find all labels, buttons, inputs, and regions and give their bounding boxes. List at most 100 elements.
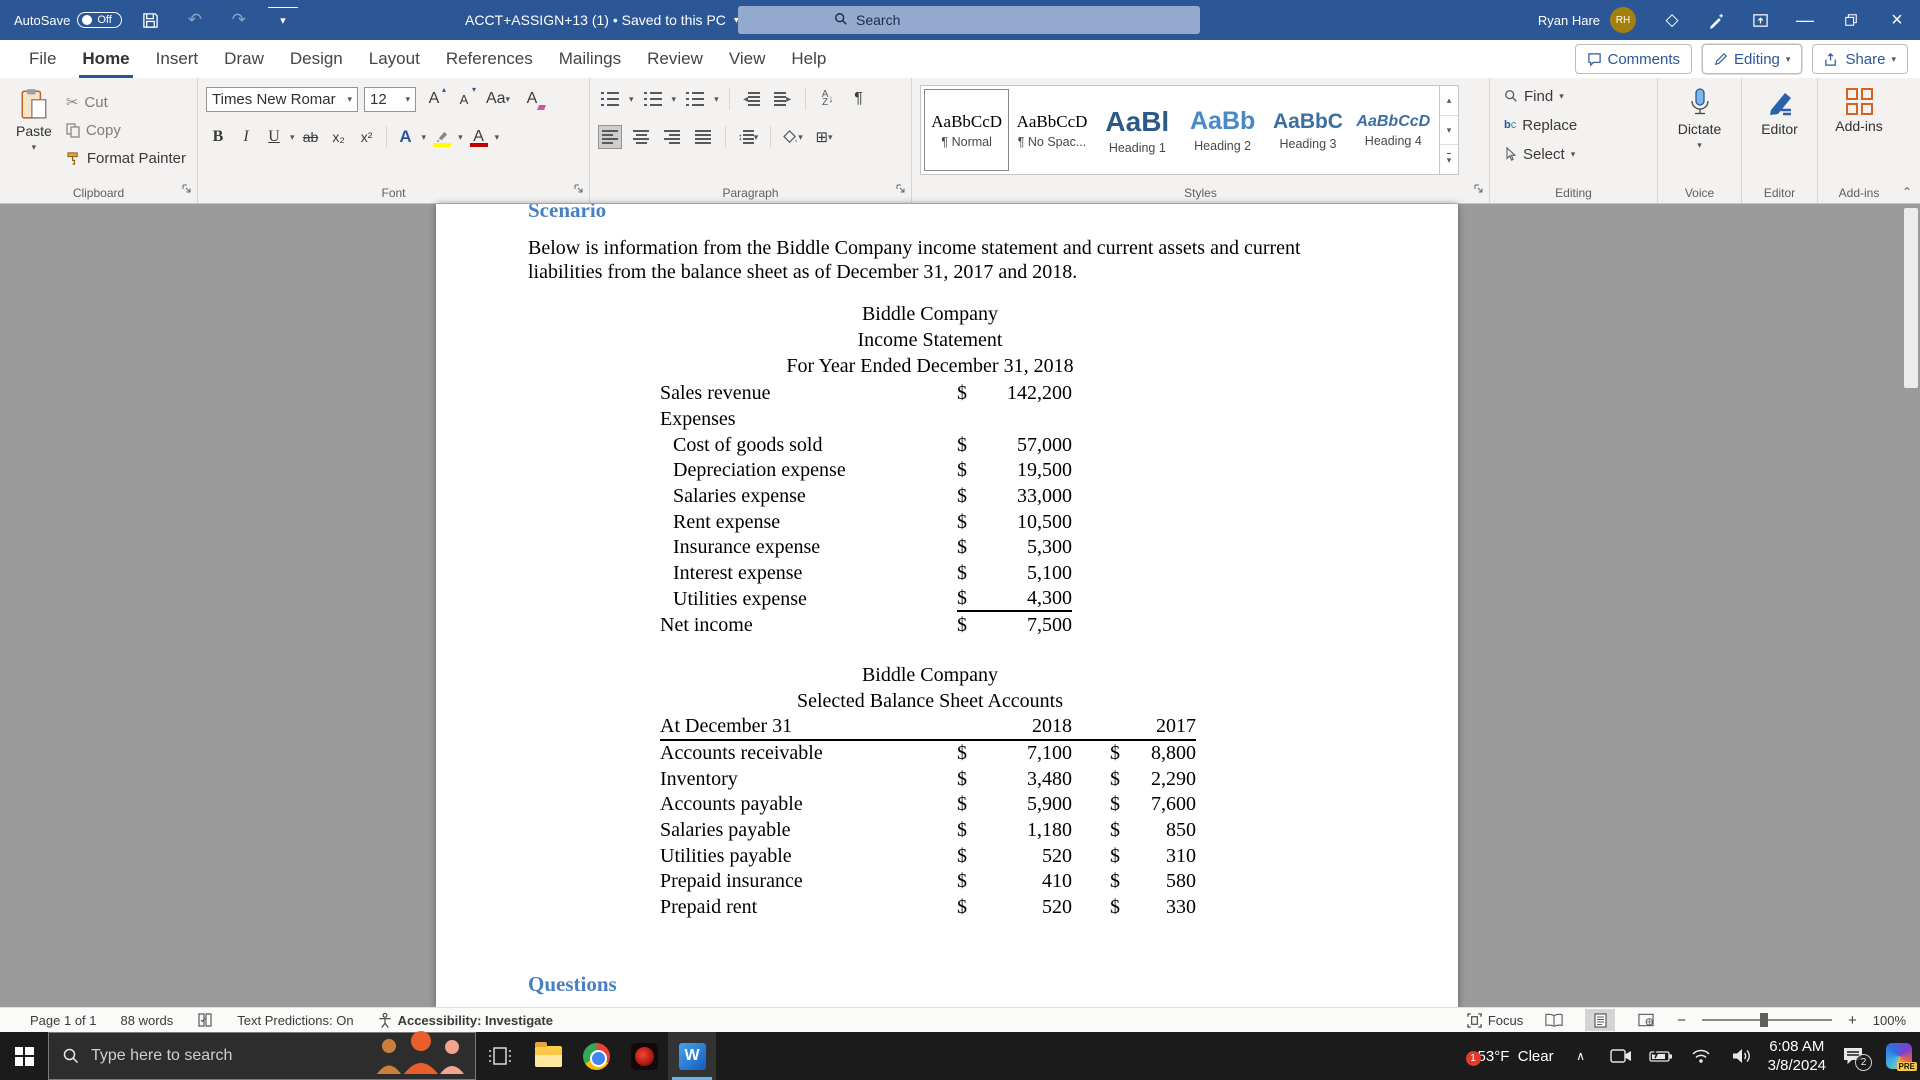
document-page[interactable]: Scenario Below is information from the B… [436, 204, 1458, 1007]
bold-button[interactable]: B [206, 125, 230, 149]
start-button[interactable] [0, 1032, 48, 1080]
styles-gallery-expand-icon[interactable]: ▾ [1440, 145, 1458, 174]
font-dialog-launcher[interactable] [574, 181, 584, 199]
align-right-button[interactable] [660, 125, 684, 149]
search-highlight-people-graphic[interactable] [369, 1030, 473, 1079]
web-layout-button[interactable] [1631, 1009, 1661, 1031]
style-no-spacing[interactable]: AaBbCcD ¶ No Spac... [1009, 89, 1094, 171]
paragraph-dialog-launcher[interactable] [896, 181, 906, 199]
change-case-button[interactable]: Aa ▾ [482, 87, 514, 111]
subscript-button[interactable]: x₂ [327, 125, 351, 149]
collapse-ribbon-icon[interactable]: ⌃ [1902, 185, 1912, 199]
user-name[interactable]: Ryan Hare [1538, 13, 1600, 28]
scrollbar-thumb[interactable] [1904, 208, 1918, 388]
show-hidden-icons-button[interactable]: ∧ [1568, 1044, 1594, 1068]
read-mode-button[interactable] [1539, 1009, 1569, 1031]
notification-center-button[interactable]: 2 [1840, 1044, 1872, 1071]
tab-file[interactable]: File [16, 40, 69, 78]
clipboard-dialog-launcher[interactable] [182, 181, 192, 199]
superscript-button[interactable]: x² [355, 125, 379, 149]
show-formatting-marks-button[interactable]: ¶ [847, 87, 871, 111]
paste-button[interactable]: Paste ▾ [8, 84, 60, 183]
wifi-icon[interactable] [1688, 1044, 1714, 1068]
bullet-list-button[interactable] [598, 87, 622, 111]
grow-font-button[interactable]: A ▴ [422, 85, 446, 111]
save-icon[interactable] [136, 7, 166, 33]
tab-review[interactable]: Review [634, 40, 716, 78]
tab-help[interactable]: Help [778, 40, 839, 78]
text-effects-options-icon[interactable]: ▾ [422, 132, 427, 143]
strikethrough-button[interactable]: ab [299, 125, 323, 149]
numbered-list-button[interactable] [641, 87, 665, 111]
styles-dialog-launcher[interactable] [1474, 181, 1484, 199]
dictate-button[interactable]: Dictate ▾ [1666, 84, 1733, 155]
restore-button[interactable] [1828, 0, 1874, 40]
copilot-button[interactable]: PRE [1886, 1043, 1917, 1071]
justify-button[interactable] [691, 125, 715, 149]
page-indicator[interactable]: Page 1 of 1 [30, 1013, 97, 1028]
highlight-color-button[interactable] [430, 125, 454, 149]
document-title[interactable]: ACCT+ASSIGN+13 (1) • Saved to this PC ▾ [465, 12, 739, 28]
autosave-toggle[interactable]: AutoSave Off [14, 12, 122, 28]
rewards-diamond-icon[interactable]: ◇ [1650, 0, 1694, 40]
minimize-button[interactable]: — [1782, 0, 1828, 40]
font-color-options-icon[interactable]: ▾ [495, 132, 500, 143]
style-heading-2[interactable]: AaBb Heading 2 [1180, 89, 1265, 171]
borders-button[interactable]: ⊞ ▾ [812, 125, 836, 149]
style-normal[interactable]: AaBbCcD ¶ Normal [924, 89, 1010, 171]
chrome-button[interactable] [572, 1032, 620, 1080]
avatar[interactable]: RH [1610, 7, 1636, 33]
tab-design[interactable]: Design [277, 40, 356, 78]
style-heading-1[interactable]: AaBl Heading 1 [1095, 89, 1180, 171]
find-button[interactable]: Find ▾ [1504, 84, 1649, 108]
tab-view[interactable]: View [716, 40, 779, 78]
cut-button[interactable]: ✂ Cut [66, 90, 186, 114]
tab-layout[interactable]: Layout [356, 40, 433, 78]
select-button[interactable]: Select ▾ [1504, 142, 1649, 166]
underline-options-icon[interactable]: ▾ [290, 132, 295, 143]
numbered-list-options-icon[interactable]: ▾ [672, 94, 677, 105]
bullet-list-options-icon[interactable]: ▾ [629, 94, 634, 105]
style-heading-3[interactable]: AaBbC Heading 3 [1265, 89, 1350, 171]
line-spacing-button[interactable]: ↕ ▾ [736, 125, 760, 149]
close-button[interactable]: × [1874, 0, 1920, 40]
style-heading-4[interactable]: AaBbCcD Heading 4 [1351, 89, 1436, 171]
autosave-pill[interactable]: Off [77, 12, 122, 28]
text-predictions[interactable]: Text Predictions: On [237, 1013, 353, 1028]
sort-icon[interactable]: A Z ↓ [816, 87, 840, 111]
multilevel-list-options-icon[interactable]: ▾ [714, 94, 719, 105]
word-count[interactable]: 88 words [121, 1013, 174, 1028]
tab-references[interactable]: References [433, 40, 546, 78]
text-effects-button[interactable]: A [394, 125, 418, 149]
font-color-button[interactable]: A [467, 125, 491, 149]
multilevel-list-button[interactable] [683, 87, 707, 111]
quick-access-toolbar-menu-icon[interactable]: ▾ [267, 7, 298, 33]
font-name-combo[interactable]: Times New Romar ▾ [206, 86, 358, 112]
zoom-out-button[interactable]: − [1677, 1012, 1686, 1029]
add-ins-button[interactable]: Add-ins [1826, 84, 1892, 138]
highlight-options-icon[interactable]: ▾ [458, 132, 463, 143]
align-left-button[interactable] [598, 125, 622, 149]
comments-button[interactable]: Comments [1574, 44, 1693, 74]
tab-home[interactable]: Home [69, 40, 142, 78]
align-center-button[interactable] [629, 125, 653, 149]
replace-button[interactable]: bc Replace [1504, 113, 1649, 137]
clear-formatting-button[interactable]: A [520, 87, 546, 111]
undo-icon[interactable]: ↶ [180, 7, 210, 33]
increase-indent-button[interactable]: ▸ [771, 87, 795, 111]
zoom-in-button[interactable]: + [1848, 1012, 1857, 1029]
font-size-combo[interactable]: 12 ▾ [364, 86, 416, 112]
editor-button[interactable]: Editor [1750, 84, 1809, 141]
focus-mode-button[interactable]: Focus [1467, 1013, 1523, 1028]
styles-scroll-down-icon[interactable]: ▾ [1440, 116, 1458, 146]
copy-button[interactable]: Copy [66, 118, 186, 142]
proofing-icon[interactable] [197, 1012, 213, 1028]
ribbon-display-options-icon[interactable] [1738, 0, 1782, 40]
clock[interactable]: 6:08 AM 3/8/2024 [1768, 1037, 1826, 1075]
decrease-indent-button[interactable]: ◂ [740, 87, 764, 111]
title-search-box[interactable]: Search [738, 6, 1200, 34]
word-taskbar-button[interactable]: W [668, 1032, 716, 1080]
styles-scroll-up-icon[interactable]: ▴ [1440, 86, 1458, 116]
battery-icon[interactable] [1648, 1044, 1674, 1068]
share-button[interactable]: Share ▾ [1812, 44, 1908, 74]
